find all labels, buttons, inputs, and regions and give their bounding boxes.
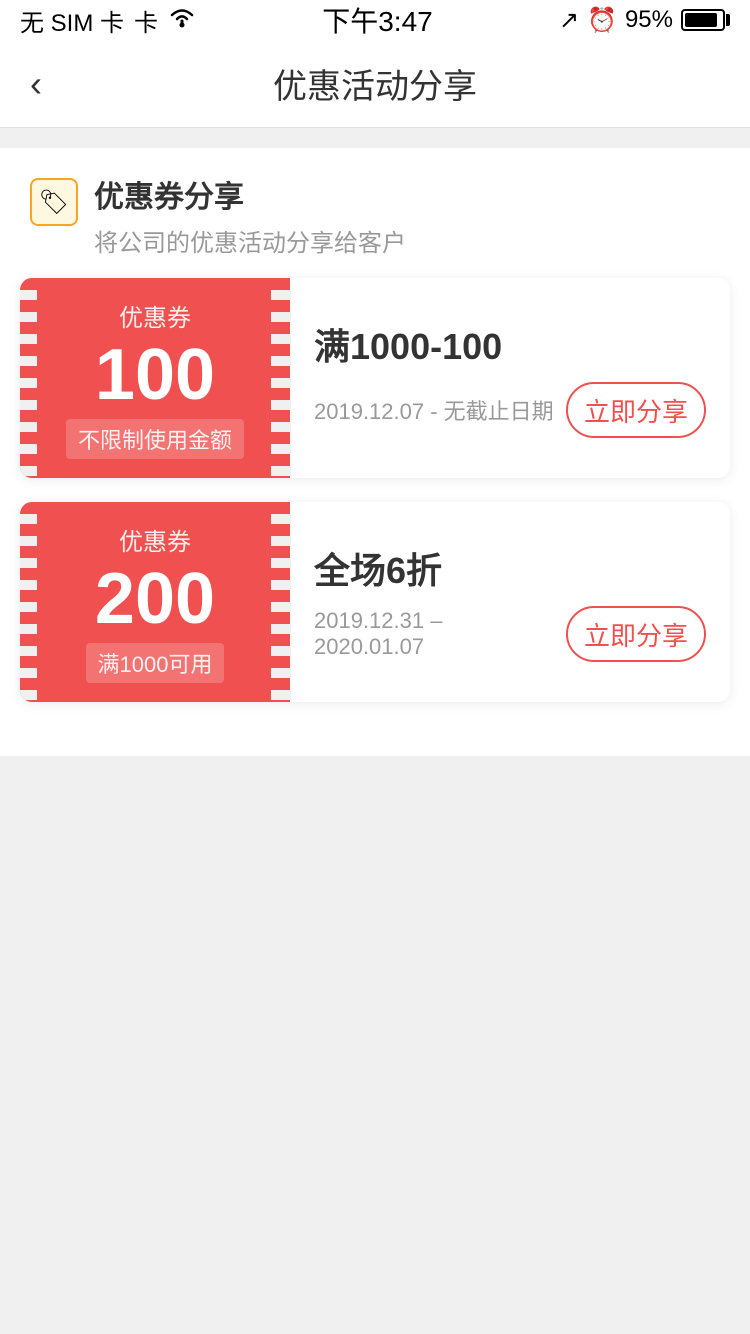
- share-button-2[interactable]: 立即分享: [566, 606, 706, 662]
- coupon-label-1: 优惠券: [119, 298, 191, 333]
- coupon-label-2: 优惠券: [119, 522, 191, 557]
- coupon-left-1: 优惠券 100 不限制使用金额: [20, 278, 290, 478]
- coupon-date-1: 2019.12.07 - 无截止日期: [314, 394, 556, 426]
- location-icon: ↗: [559, 6, 579, 35]
- coupon-meta-2: 2019.12.31 – 2020.01.07 立即分享: [314, 606, 706, 662]
- coupon-name-1: 满1000-100: [314, 318, 706, 370]
- status-right: ↗ ⏰ 95%: [559, 6, 730, 35]
- coupon-amount-2: 200: [95, 563, 215, 635]
- top-separator: [0, 128, 750, 148]
- coupon-meta-1: 2019.12.07 - 无截止日期 立即分享: [314, 382, 706, 438]
- battery-icon: [681, 9, 730, 31]
- coupon-right-1: 满1000-100 2019.12.07 - 无截止日期 立即分享: [290, 278, 730, 478]
- coupon-name-2: 全场6折: [314, 542, 706, 594]
- coupon-date-2: 2019.12.31 – 2020.01.07: [314, 608, 556, 660]
- coupon-left-2: 优惠券 200 满1000可用: [20, 502, 290, 702]
- coupon-right-2: 全场6折 2019.12.31 – 2020.01.07 立即分享: [290, 502, 730, 702]
- status-bar: 无 SIM 卡 卡 下午3:47 ↗ ⏰ 95%: [0, 0, 750, 40]
- back-button[interactable]: ‹: [30, 63, 42, 105]
- wifi-icon: [168, 6, 196, 35]
- bottom-area: [0, 756, 750, 1316]
- coupon-card-1: 优惠券 100 不限制使用金额 满1000-100 2019.12.07 - 无…: [20, 278, 730, 478]
- section-subtitle: 将公司的优惠活动分享给客户: [94, 223, 406, 258]
- carrier-text: 无 SIM 卡: [20, 3, 124, 38]
- battery-percent: 95%: [625, 6, 673, 34]
- coupon-condition-2: 满1000可用: [86, 643, 225, 683]
- section-title: 优惠券分享: [94, 178, 406, 217]
- share-button-1[interactable]: 立即分享: [566, 382, 706, 438]
- sim-icon: 卡: [134, 3, 158, 38]
- coupon-condition-1: 不限制使用金额: [66, 419, 244, 459]
- status-left: 无 SIM 卡 卡: [20, 3, 196, 38]
- section-text: 优惠券分享 将公司的优惠活动分享给客户: [94, 178, 406, 258]
- alarm-icon: ⏰: [587, 6, 617, 35]
- page-title: 优惠活动分享: [273, 59, 477, 108]
- section-header: 🏷 优惠券分享 将公司的优惠活动分享给客户: [0, 148, 750, 278]
- section-icon: 🏷: [30, 178, 78, 226]
- time-display: 下午3:47: [322, 0, 433, 40]
- nav-bar: ‹ 优惠活动分享: [0, 40, 750, 128]
- coupon-card-2: 优惠券 200 满1000可用 全场6折 2019.12.31 – 2020.0…: [20, 502, 730, 702]
- coupon-list: 优惠券 100 不限制使用金额 满1000-100 2019.12.07 - 无…: [0, 278, 750, 756]
- coupon-amount-1: 100: [95, 339, 215, 411]
